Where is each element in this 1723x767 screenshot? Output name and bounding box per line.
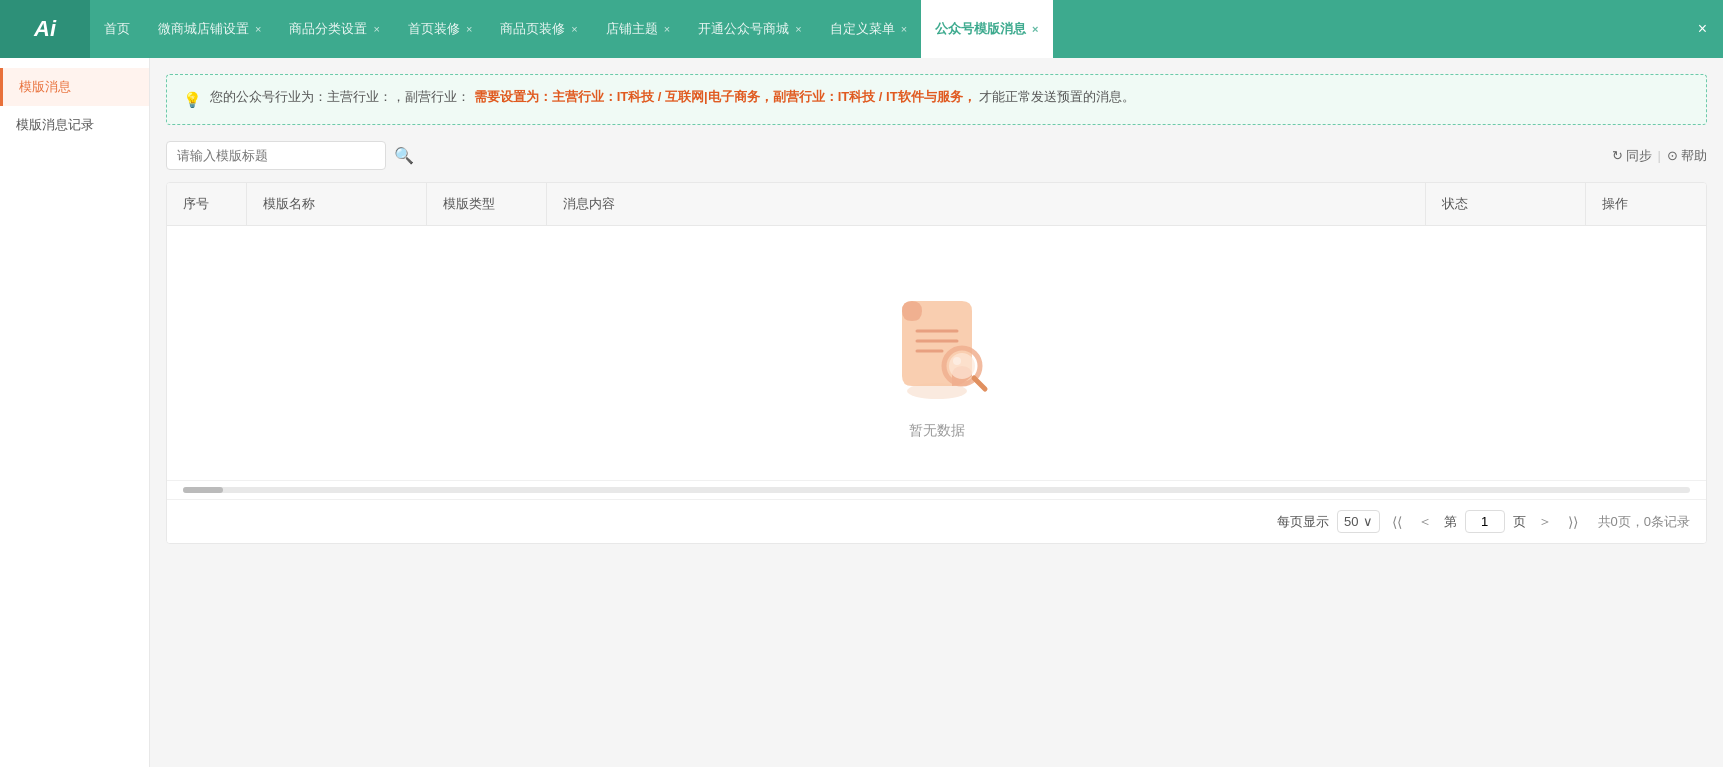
- svg-point-7: [953, 357, 961, 365]
- page-size-label: 每页显示: [1277, 513, 1329, 531]
- page-number-input[interactable]: [1465, 510, 1505, 533]
- col-status: 状态: [1426, 183, 1586, 225]
- horizontal-scrollbar[interactable]: [183, 487, 1690, 493]
- tab-close-custom-menu[interactable]: ×: [901, 23, 907, 35]
- svg-point-5: [949, 353, 975, 379]
- search-button[interactable]: 🔍: [394, 146, 414, 165]
- sync-icon: ↻: [1612, 148, 1623, 163]
- content-area: 💡 您的公众号行业为：主营行业：，副营行业： 需要设置为：主营行业：IT科技 /…: [150, 58, 1723, 767]
- info-banner: 💡 您的公众号行业为：主营行业：，副营行业： 需要设置为：主营行业：IT科技 /…: [166, 74, 1707, 125]
- svg-line-6: [974, 378, 985, 389]
- sidebar-item-template-msg[interactable]: 模版消息: [0, 68, 149, 106]
- toolbar-right: ↻ 同步 | ⊙ 帮助: [1612, 147, 1707, 165]
- help-button[interactable]: ⊙ 帮助: [1667, 147, 1707, 165]
- sidebar: 模版消息模版消息记录: [0, 58, 150, 767]
- tab-category-settings[interactable]: 商品分类设置×: [275, 0, 393, 58]
- first-page-button[interactable]: ⟨⟨: [1388, 512, 1406, 532]
- tab-close-open-mall[interactable]: ×: [795, 23, 801, 35]
- tab-close-template-msg[interactable]: ×: [1032, 23, 1038, 35]
- col-content: 消息内容: [547, 183, 1426, 225]
- top-nav: Ai 首页微商城店铺设置×商品分类设置×首页装修×商品页装修×店铺主题×开通公众…: [0, 0, 1723, 58]
- next-page-button[interactable]: ＞: [1534, 511, 1556, 533]
- search-input[interactable]: [166, 141, 386, 170]
- col-index: 序号: [167, 183, 247, 225]
- empty-icon: [877, 286, 997, 406]
- page-prefix: 第: [1444, 513, 1457, 531]
- empty-text: 暂无数据: [909, 422, 965, 440]
- search-left: 🔍: [166, 141, 414, 170]
- col-type: 模版类型: [427, 183, 547, 225]
- page-size-select[interactable]: 50 ∨: [1337, 510, 1379, 533]
- help-icon: ⊙: [1667, 148, 1678, 163]
- info-banner-text: 您的公众号行业为：主营行业：，副营行业： 需要设置为：主营行业：IT科技 / 互…: [210, 87, 1135, 108]
- pagination: 每页显示 50 ∨ ⟨⟨ ＜ 第 页 ＞ ⟩⟩ 共0页，0条记录: [167, 499, 1706, 543]
- tab-close-home-decor[interactable]: ×: [466, 23, 472, 35]
- main-layout: 模版消息模版消息记录 💡 您的公众号行业为：主营行业：，副营行业： 需要设置为：…: [0, 58, 1723, 767]
- chevron-down-icon: ∨: [1363, 514, 1373, 529]
- app-logo: Ai: [0, 0, 90, 58]
- col-action: 操作: [1586, 183, 1706, 225]
- tab-home-decor[interactable]: 首页装修×: [394, 0, 486, 58]
- toolbar-separator: |: [1658, 148, 1661, 163]
- page-label: 页: [1513, 513, 1526, 531]
- template-table: 序号 模版名称 模版类型 消息内容 状态 操作: [166, 182, 1707, 544]
- scrollbar-thumb[interactable]: [183, 487, 223, 493]
- tab-close-shop-settings[interactable]: ×: [255, 23, 261, 35]
- prev-page-button[interactable]: ＜: [1414, 511, 1436, 533]
- total-text: 共0页，0条记录: [1598, 513, 1690, 531]
- sidebar-item-template-msg-record[interactable]: 模版消息记录: [0, 106, 149, 144]
- bulb-icon: 💡: [183, 88, 202, 112]
- last-page-button[interactable]: ⟩⟩: [1564, 512, 1582, 532]
- sync-button[interactable]: ↻ 同步: [1612, 147, 1652, 165]
- scrollbar-area[interactable]: [167, 480, 1706, 499]
- tab-close-category-settings[interactable]: ×: [373, 23, 379, 35]
- close-all-button[interactable]: ×: [1682, 0, 1723, 58]
- tab-close-store-theme[interactable]: ×: [664, 23, 670, 35]
- table-header: 序号 模版名称 模版类型 消息内容 状态 操作: [167, 183, 1706, 226]
- col-name: 模版名称: [247, 183, 427, 225]
- tab-home[interactable]: 首页: [90, 0, 144, 58]
- tab-product-decor[interactable]: 商品页装修×: [486, 0, 591, 58]
- tab-open-mall[interactable]: 开通公众号商城×: [684, 0, 815, 58]
- tab-template-msg[interactable]: 公众号模版消息×: [921, 0, 1052, 58]
- tab-close-product-decor[interactable]: ×: [571, 23, 577, 35]
- tab-bar: 首页微商城店铺设置×商品分类设置×首页装修×商品页装修×店铺主题×开通公众号商城…: [90, 0, 1682, 58]
- tab-shop-settings[interactable]: 微商城店铺设置×: [144, 0, 275, 58]
- empty-state: 暂无数据: [167, 226, 1706, 480]
- search-bar: 🔍 ↻ 同步 | ⊙ 帮助: [166, 141, 1707, 170]
- tab-store-theme[interactable]: 店铺主题×: [592, 0, 684, 58]
- tab-custom-menu[interactable]: 自定义菜单×: [816, 0, 921, 58]
